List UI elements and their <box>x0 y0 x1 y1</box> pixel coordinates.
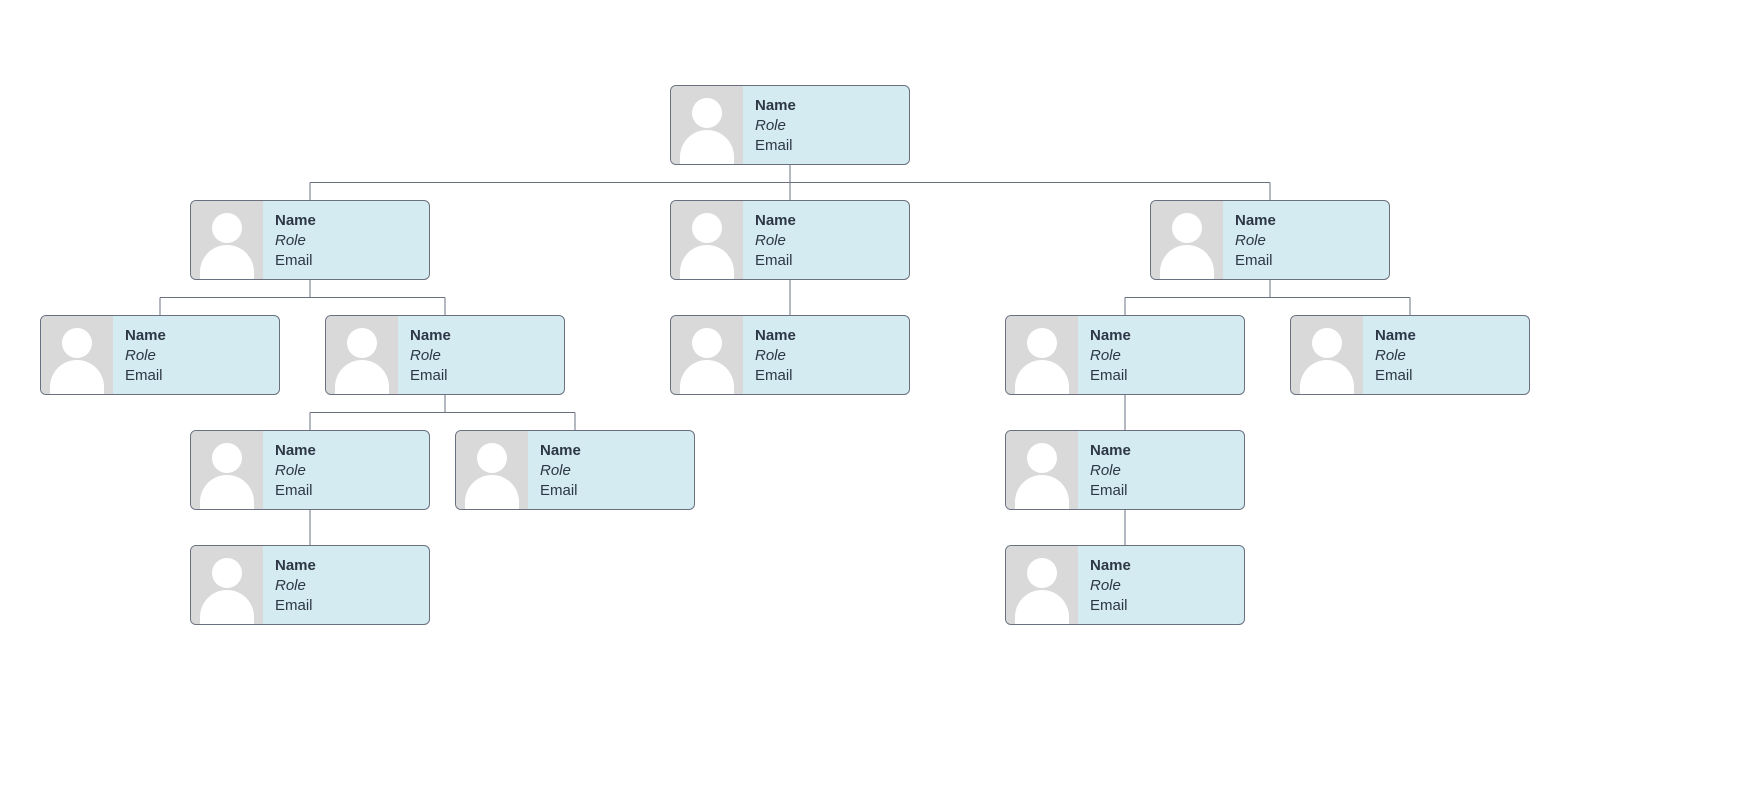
person-avatar-placeholder-icon <box>191 201 263 279</box>
org-node-email: Email <box>1375 366 1416 386</box>
org-node-name: Name <box>540 441 581 461</box>
org-node-name: Name <box>755 211 796 231</box>
org-node-role: Role <box>755 231 796 251</box>
org-node-a2[interactable]: NameRoleEmail <box>325 315 565 395</box>
org-node-email: Email <box>1235 251 1276 271</box>
org-node-email: Email <box>125 366 166 386</box>
org-node-c1a1[interactable]: NameRoleEmail <box>1005 545 1245 625</box>
person-avatar-placeholder-icon <box>671 201 743 279</box>
person-avatar-placeholder-icon <box>41 316 113 394</box>
org-node-name: Name <box>755 326 796 346</box>
org-node-info: NameRoleEmail <box>743 86 806 164</box>
org-node-a2a[interactable]: NameRoleEmail <box>190 430 430 510</box>
org-node-info: NameRoleEmail <box>1078 431 1141 509</box>
org-node-info: NameRoleEmail <box>528 431 591 509</box>
org-node-role: Role <box>275 231 316 251</box>
person-avatar-placeholder-icon <box>1006 546 1078 624</box>
org-node-email: Email <box>540 481 581 501</box>
org-node-c1[interactable]: NameRoleEmail <box>1005 315 1245 395</box>
person-avatar-placeholder-icon <box>1006 431 1078 509</box>
person-avatar-placeholder-icon <box>671 86 743 164</box>
org-node-name: Name <box>755 96 796 116</box>
org-node-root[interactable]: NameRoleEmail <box>670 85 910 165</box>
org-node-email: Email <box>755 251 796 271</box>
org-node-email: Email <box>1090 596 1131 616</box>
org-node-email: Email <box>755 136 796 156</box>
person-avatar-placeholder-icon <box>326 316 398 394</box>
org-node-info: NameRoleEmail <box>1363 316 1426 394</box>
org-node-role: Role <box>125 346 166 366</box>
org-node-name: Name <box>125 326 166 346</box>
org-node-name: Name <box>275 556 316 576</box>
org-node-b[interactable]: NameRoleEmail <box>670 200 910 280</box>
org-node-email: Email <box>410 366 451 386</box>
org-node-role: Role <box>540 461 581 481</box>
org-node-info: NameRoleEmail <box>263 546 326 624</box>
org-node-role: Role <box>410 346 451 366</box>
org-node-info: NameRoleEmail <box>743 201 806 279</box>
org-node-name: Name <box>1090 441 1131 461</box>
org-node-role: Role <box>275 576 316 596</box>
org-node-role: Role <box>755 116 796 136</box>
person-avatar-placeholder-icon <box>191 546 263 624</box>
org-node-b1[interactable]: NameRoleEmail <box>670 315 910 395</box>
org-node-email: Email <box>275 596 316 616</box>
org-node-info: NameRoleEmail <box>1223 201 1286 279</box>
org-node-c1a[interactable]: NameRoleEmail <box>1005 430 1245 510</box>
org-node-role: Role <box>755 346 796 366</box>
org-node-role: Role <box>1090 346 1131 366</box>
org-node-role: Role <box>1090 576 1131 596</box>
org-node-email: Email <box>275 251 316 271</box>
org-node-role: Role <box>1090 461 1131 481</box>
org-node-role: Role <box>1235 231 1276 251</box>
org-node-email: Email <box>1090 481 1131 501</box>
org-node-name: Name <box>1235 211 1276 231</box>
org-node-info: NameRoleEmail <box>263 201 326 279</box>
org-node-name: Name <box>1375 326 1416 346</box>
org-node-email: Email <box>755 366 796 386</box>
org-node-a2b[interactable]: NameRoleEmail <box>455 430 695 510</box>
org-node-a1[interactable]: NameRoleEmail <box>40 315 280 395</box>
org-node-info: NameRoleEmail <box>263 431 326 509</box>
org-node-c2[interactable]: NameRoleEmail <box>1290 315 1530 395</box>
person-avatar-placeholder-icon <box>1006 316 1078 394</box>
org-node-info: NameRoleEmail <box>113 316 176 394</box>
person-avatar-placeholder-icon <box>1151 201 1223 279</box>
org-node-name: Name <box>1090 556 1131 576</box>
person-avatar-placeholder-icon <box>671 316 743 394</box>
person-avatar-placeholder-icon <box>456 431 528 509</box>
org-node-info: NameRoleEmail <box>1078 316 1141 394</box>
org-node-email: Email <box>275 481 316 501</box>
org-node-role: Role <box>275 461 316 481</box>
org-node-a[interactable]: NameRoleEmail <box>190 200 430 280</box>
org-node-role: Role <box>1375 346 1416 366</box>
org-node-c[interactable]: NameRoleEmail <box>1150 200 1390 280</box>
org-node-email: Email <box>1090 366 1131 386</box>
org-node-info: NameRoleEmail <box>743 316 806 394</box>
org-node-name: Name <box>1090 326 1131 346</box>
org-node-a2a1[interactable]: NameRoleEmail <box>190 545 430 625</box>
org-node-info: NameRoleEmail <box>398 316 461 394</box>
org-node-info: NameRoleEmail <box>1078 546 1141 624</box>
org-node-name: Name <box>275 441 316 461</box>
person-avatar-placeholder-icon <box>1291 316 1363 394</box>
person-avatar-placeholder-icon <box>191 431 263 509</box>
org-node-name: Name <box>275 211 316 231</box>
org-node-name: Name <box>410 326 451 346</box>
